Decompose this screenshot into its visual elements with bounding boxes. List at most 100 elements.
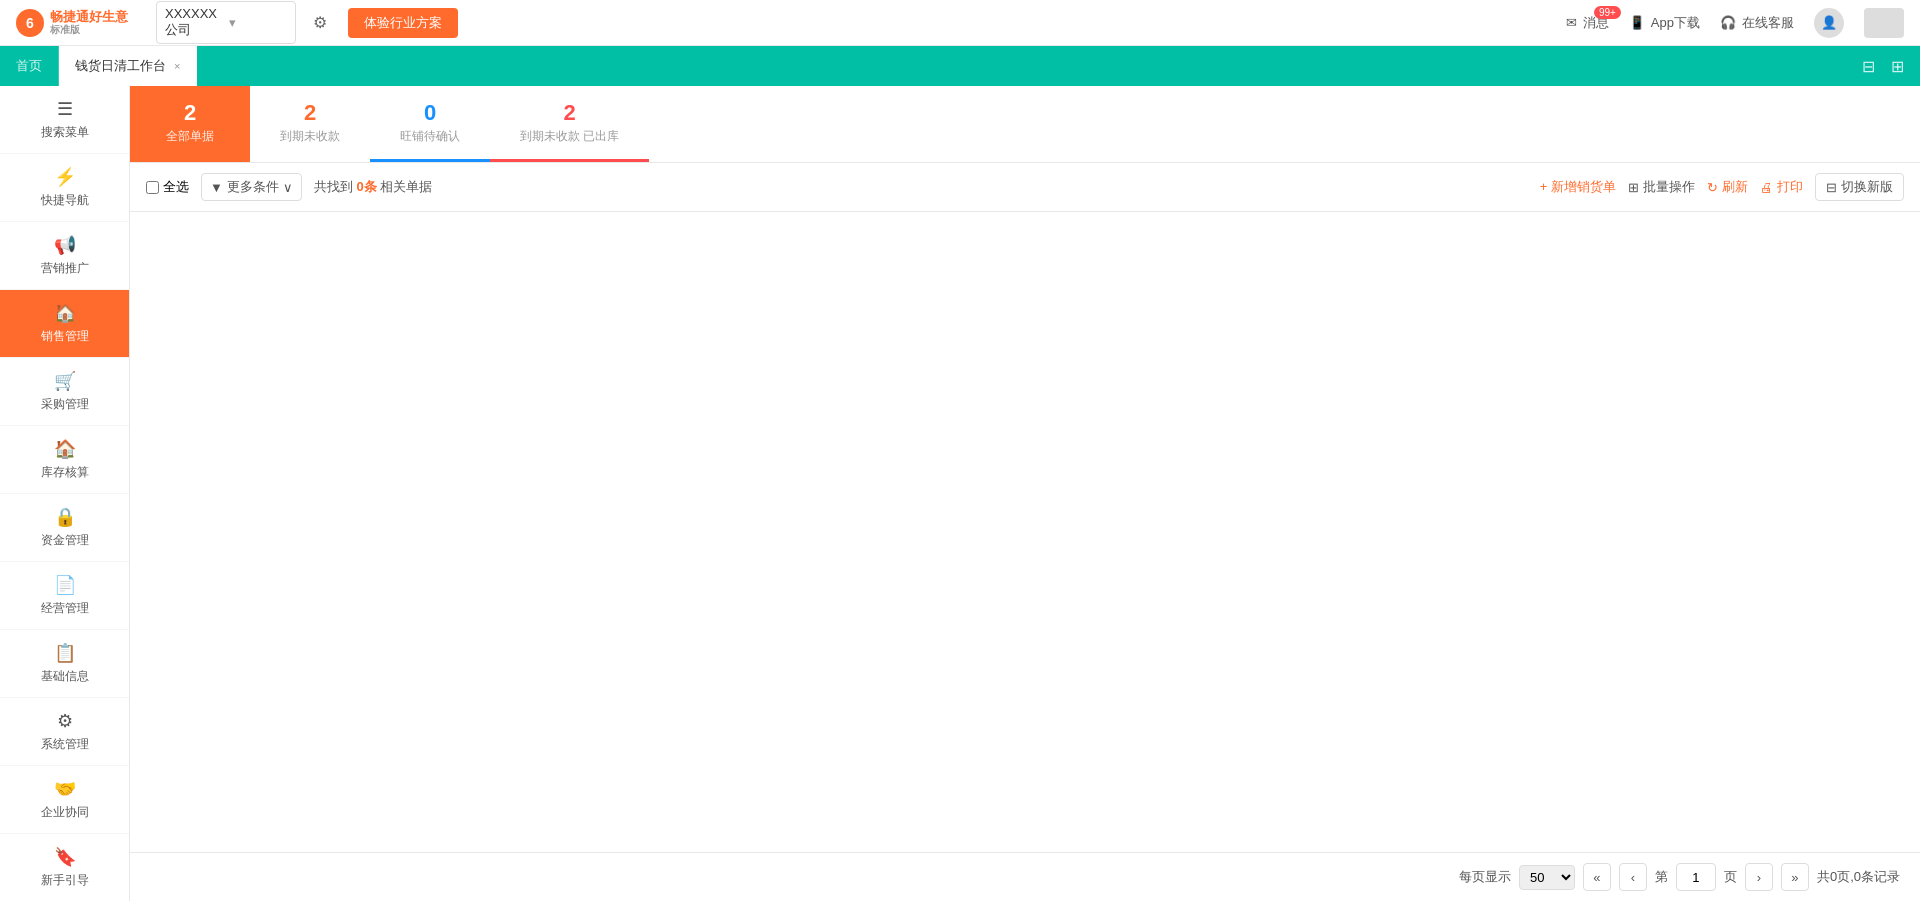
prev-page-button[interactable]: ‹ xyxy=(1619,863,1647,891)
batch-operation-button[interactable]: ⊞ 批量操作 xyxy=(1628,178,1695,196)
sidebar-inventory-label: 库存核算 xyxy=(41,464,89,481)
company-selector[interactable]: XXXXXX公司 ▾ xyxy=(156,1,296,44)
stat-unshipped-count: 2 xyxy=(564,100,576,126)
print-button[interactable]: 🖨 打印 xyxy=(1760,178,1803,196)
beginner-icon: 🔖 xyxy=(54,846,76,868)
select-all-checkbox[interactable] xyxy=(146,181,159,194)
sidebar-enterprise-label: 企业协同 xyxy=(41,804,89,821)
sidebar-item-operations[interactable]: 📄 经营管理 xyxy=(0,562,129,630)
tab-bar: 首页 钱货日清工作台 × ⊟ ⊞ xyxy=(0,46,1920,86)
experience-button[interactable]: 体验行业方案 xyxy=(348,8,458,38)
total-records-label: 共0页,0条记录 xyxy=(1817,868,1900,886)
avatar-icon: 👤 xyxy=(1821,15,1837,30)
settings-icon[interactable]: ⚙ xyxy=(304,7,336,39)
per-page-select[interactable]: 50 10 20 100 xyxy=(1519,865,1575,890)
operations-icon: 📄 xyxy=(54,574,76,596)
sidebar-item-quick-nav[interactable]: ⚡ 快捷导航 xyxy=(0,154,129,222)
switch-version-button[interactable]: ⊟ 切换新版 xyxy=(1815,173,1904,201)
first-page-button[interactable]: « xyxy=(1583,863,1611,891)
sidebar-purchase-label: 采购管理 xyxy=(41,396,89,413)
stat-all-label: 全部单据 xyxy=(166,128,214,145)
stat-wangpu-count: 0 xyxy=(424,100,436,126)
add-sales-order-button[interactable]: + 新增销货单 xyxy=(1540,178,1616,196)
finance-icon: 🔒 xyxy=(54,506,76,528)
sidebar-base-info-label: 基础信息 xyxy=(41,668,89,685)
header-right: ✉ 消息 99+ 📱 App下载 🎧 在线客服 👤 xyxy=(1566,8,1904,38)
logo-text: 畅捷通好生意 标准版 xyxy=(50,9,128,37)
system-icon: ⚙ xyxy=(57,710,73,732)
toolbar-right: + 新增销货单 ⊞ 批量操作 ↻ 刷新 🖨 打印 ⊟ 切换新版 xyxy=(1540,173,1904,201)
message-icon: ✉ xyxy=(1566,15,1577,30)
stat-all-count: 2 xyxy=(184,100,196,126)
sidebar-quick-nav-label: 快捷导航 xyxy=(41,192,89,209)
batch-label: 批量操作 xyxy=(1643,178,1695,196)
sidebar-item-purchase[interactable]: 🛒 采购管理 xyxy=(0,358,129,426)
online-service-label: 在线客服 xyxy=(1742,14,1794,32)
logo-sub: 标准版 xyxy=(50,24,128,36)
refresh-button[interactable]: ↻ 刷新 xyxy=(1707,178,1748,196)
table-empty-message xyxy=(130,212,1920,612)
sidebar-item-beginner[interactable]: 🔖 新手引导 xyxy=(0,834,129,901)
main-layout: ☰ 搜索菜单 ⚡ 快捷导航 📢 营销推广 🏠 销售管理 🛒 采购管理 🏠 库存核… xyxy=(0,86,1920,901)
toolbar-left: 全选 ▼ 更多条件 ∨ 共找到 0条 相关单据 xyxy=(146,173,1528,201)
filter-icon: ▼ xyxy=(210,180,223,195)
sidebar-item-system[interactable]: ⚙ 系统管理 xyxy=(0,698,129,766)
top-header: 6 畅捷通好生意 标准版 XXXXXX公司 ▾ ⚙ 体验行业方案 ✉ 消息 99… xyxy=(0,0,1920,46)
sidebar-item-enterprise[interactable]: 🤝 企业协同 xyxy=(0,766,129,834)
tab-home[interactable]: 首页 xyxy=(0,46,59,86)
tab-minimize-button[interactable]: ⊟ xyxy=(1858,53,1879,80)
per-page-label: 每页显示 xyxy=(1459,868,1511,886)
stat-overdue-label: 到期未收款 xyxy=(280,128,340,145)
tab-maximize-button[interactable]: ⊞ xyxy=(1887,53,1908,80)
found-suffix: 相关单据 xyxy=(380,179,432,194)
sidebar-item-marketing[interactable]: 📢 营销推广 xyxy=(0,222,129,290)
tab-close-icon[interactable]: × xyxy=(174,60,180,72)
refresh-icon: ↻ xyxy=(1707,180,1718,195)
logo-icon: 6 xyxy=(16,9,44,37)
select-all-label: 全选 xyxy=(163,178,189,196)
refresh-label: 刷新 xyxy=(1722,178,1748,196)
avatar[interactable]: 👤 xyxy=(1814,8,1844,38)
stats-tabs: 2 全部单据 2 到期未收款 0 旺铺待确认 2 到期未收款 已出库 xyxy=(130,86,1920,163)
sidebar-item-finance[interactable]: 🔒 资金管理 xyxy=(0,494,129,562)
base-info-icon: 📋 xyxy=(54,642,76,664)
stat-tab-wangpu[interactable]: 0 旺铺待确认 xyxy=(370,86,490,162)
quick-nav-icon: ⚡ xyxy=(54,166,76,188)
stat-wangpu-label: 旺铺待确认 xyxy=(400,128,460,145)
page-label-end: 页 xyxy=(1724,868,1737,886)
messages-button[interactable]: ✉ 消息 99+ xyxy=(1566,14,1609,32)
filter-button[interactable]: ▼ 更多条件 ∨ xyxy=(201,173,302,201)
switch-label: 切换新版 xyxy=(1841,178,1893,196)
tab-active[interactable]: 钱货日清工作台 × xyxy=(59,46,197,86)
sidebar-search-menu-label: 搜索菜单 xyxy=(41,124,89,141)
logo-main: 畅捷通好生意 xyxy=(50,9,128,25)
download-icon: 📱 xyxy=(1629,15,1645,30)
select-all-checkbox-area[interactable]: 全选 xyxy=(146,178,189,196)
found-text: 共找到 0条 相关单据 xyxy=(314,178,432,196)
search-menu-icon: ☰ xyxy=(57,98,73,120)
inventory-icon: 🏠 xyxy=(54,438,76,460)
switch-icon: ⊟ xyxy=(1826,180,1837,195)
found-prefix: 共找到 xyxy=(314,179,353,194)
stat-tab-all[interactable]: 2 全部单据 xyxy=(130,86,250,162)
chevron-down-icon: ▾ xyxy=(229,15,287,30)
sidebar-item-inventory[interactable]: 🏠 库存核算 xyxy=(0,426,129,494)
table-area xyxy=(130,212,1920,852)
last-page-button[interactable]: » xyxy=(1781,863,1809,891)
sidebar-item-sales[interactable]: 🏠 销售管理 xyxy=(0,290,129,358)
filter-chevron-icon: ∨ xyxy=(283,180,293,195)
app-download-button[interactable]: 📱 App下载 xyxy=(1629,14,1700,32)
tab-bar-actions: ⊟ ⊞ xyxy=(1858,53,1920,80)
user-name-display[interactable] xyxy=(1864,8,1904,38)
sidebar-item-base-info[interactable]: 📋 基础信息 xyxy=(0,630,129,698)
next-page-button[interactable]: › xyxy=(1745,863,1773,891)
sidebar-operations-label: 经营管理 xyxy=(41,600,89,617)
current-page-input[interactable] xyxy=(1676,863,1716,891)
sidebar-item-search-menu[interactable]: ☰ 搜索菜单 xyxy=(0,86,129,154)
toolbar: 全选 ▼ 更多条件 ∨ 共找到 0条 相关单据 + 新增销货单 ⊞ 批量操作 xyxy=(130,163,1920,212)
app-download-label: App下载 xyxy=(1651,14,1700,32)
stat-tab-overdue-unpaid[interactable]: 2 到期未收款 xyxy=(250,86,370,162)
enterprise-icon: 🤝 xyxy=(54,778,76,800)
online-service-button[interactable]: 🎧 在线客服 xyxy=(1720,14,1794,32)
stat-tab-overdue-unshipped[interactable]: 2 到期未收款 已出库 xyxy=(490,86,649,162)
